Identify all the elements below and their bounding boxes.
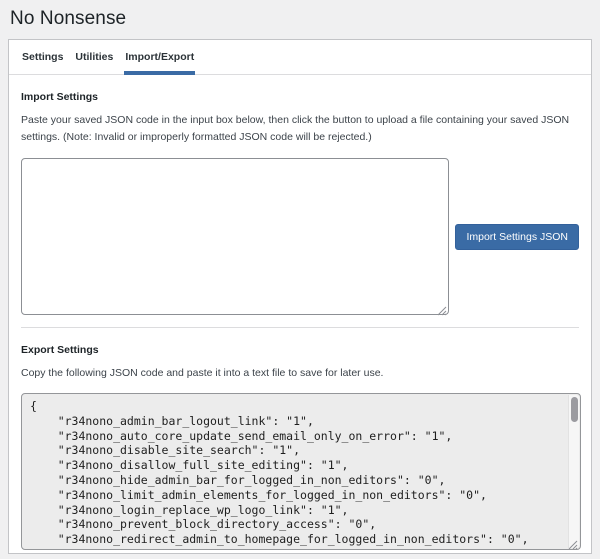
settings-card: Settings Utilities Import/Export Import … [8,39,592,554]
section-divider [21,327,579,328]
import-settings-description: Paste your saved JSON code in the input … [21,114,570,143]
import-button-column: Import Settings JSON [449,223,579,250]
import-json-textarea[interactable] [21,158,449,315]
tab-bar: Settings Utilities Import/Export [9,40,591,75]
tab-panel-import-export: Import Settings Paste your saved JSON co… [9,91,591,559]
scrollbar-track[interactable] [568,395,579,548]
tab-utilities[interactable]: Utilities [74,40,114,75]
resize-handle-icon[interactable] [568,537,578,549]
page-title: No Nonsense [10,8,127,29]
tab-settings[interactable]: Settings [21,40,64,75]
export-json-code[interactable]: { "r34nono_admin_bar_logout_link": "1", … [22,394,580,549]
import-row: Import Settings JSON [21,158,579,316]
export-json-box[interactable]: { "r34nono_admin_bar_logout_link": "1", … [21,393,581,550]
resize-handle-icon[interactable] [437,303,447,316]
export-settings-heading: Export Settings [21,344,99,356]
import-textarea-wrapper [21,158,449,316]
export-settings-description: Copy the following JSON code and paste i… [21,367,384,379]
scrollbar-thumb[interactable] [571,397,578,422]
tab-import-export[interactable]: Import/Export [124,40,196,75]
import-settings-heading: Import Settings [21,91,99,103]
import-settings-json-button[interactable]: Import Settings JSON [455,223,579,250]
